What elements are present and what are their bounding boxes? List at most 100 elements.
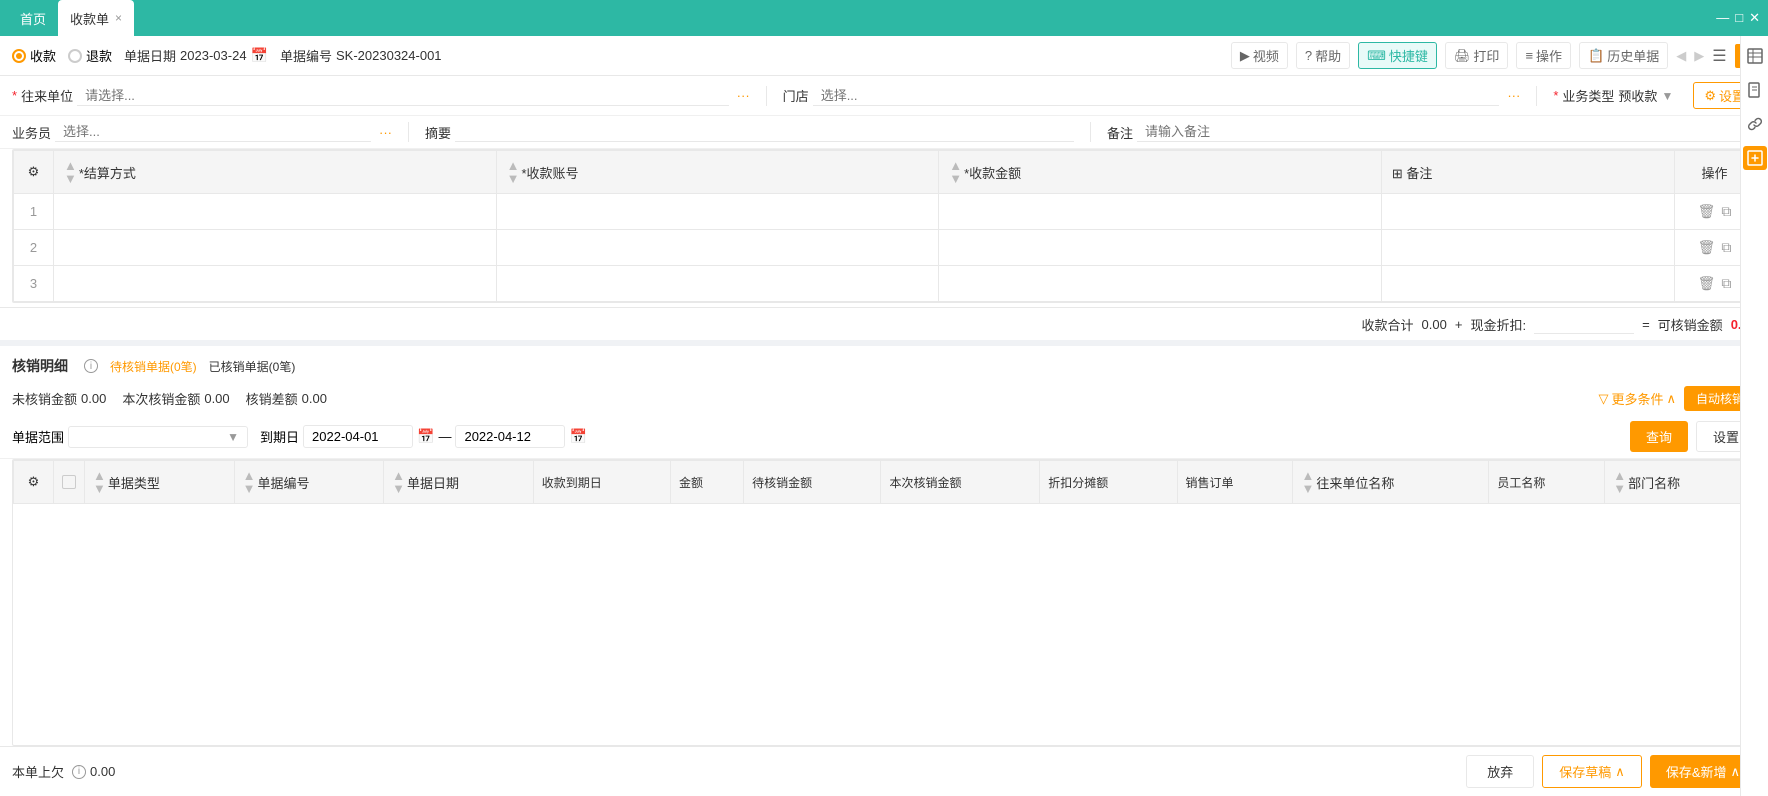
minimize-btn[interactable]: — <box>1716 10 1729 26</box>
staff-input[interactable] <box>59 122 367 141</box>
filter-actions: 查询 设置 <box>1630 421 1756 452</box>
save-draft-chevron[interactable]: ∧ <box>1615 764 1625 780</box>
help-btn[interactable]: ? 帮助 <box>1296 42 1350 69</box>
remark-input-wrapper[interactable] <box>1137 122 1756 142</box>
store-input[interactable] <box>817 86 1496 105</box>
th-settings[interactable]: ⚙ <box>14 151 54 194</box>
save-draft-btn[interactable]: 保存草稿 ∧ <box>1542 755 1642 788</box>
bth-settings[interactable]: ⚙ <box>14 461 54 504</box>
header-checkbox[interactable] <box>62 475 76 489</box>
biz-type-select[interactable]: 预收款 ▼ <box>1618 86 1673 105</box>
video-btn[interactable]: ▶ 视频 <box>1231 42 1288 69</box>
store-input-wrapper[interactable] <box>813 86 1500 106</box>
row3-amount[interactable] <box>939 266 1382 302</box>
row3-copy-icon[interactable]: ⧉ <box>1721 275 1731 292</box>
biz-required-star: * <box>1553 88 1558 103</box>
more-conditions-btn[interactable]: ▽ 更多条件 ∧ <box>1598 389 1676 408</box>
sort-type[interactable]: ▲▼ <box>93 469 106 495</box>
bth-check[interactable] <box>54 461 85 504</box>
save-new-chevron[interactable]: ∧ <box>1730 764 1740 780</box>
row2-remark[interactable] <box>1381 230 1674 266</box>
nav-prev-icon[interactable]: ◀ <box>1676 48 1686 64</box>
sum-label: 收款合计 <box>1362 315 1414 334</box>
bottom-table-header-row: ⚙ ▲▼ 单据类型 ▲▼ 单据编号 <box>14 461 1755 504</box>
date-to-cal-icon[interactable]: 📅 <box>569 428 586 445</box>
row1-remark[interactable] <box>1381 194 1674 230</box>
close-btn[interactable]: ✕ <box>1749 10 1760 26</box>
sort-number[interactable]: ▲▼ <box>243 469 256 495</box>
shortcut-label: 快捷键 <box>1389 46 1428 65</box>
range-select[interactable]: ▼ <box>68 426 248 448</box>
tab-home-label: 首页 <box>20 9 46 28</box>
list-view-icon[interactable]: ☰ <box>1712 46 1726 66</box>
sidebar-book-icon[interactable] <box>1743 78 1767 102</box>
maximize-btn[interactable]: □ <box>1735 10 1743 26</box>
date-range: 📅 — 📅 <box>303 425 587 448</box>
row2-delete-icon[interactable]: 🗑 <box>1698 239 1716 256</box>
history-btn[interactable]: 📋 历史单据 <box>1579 42 1668 69</box>
partner-input[interactable] <box>81 86 725 105</box>
order-info-icon[interactable]: i <box>72 765 86 779</box>
row1-payment[interactable] <box>54 194 497 230</box>
row3-delete-icon[interactable]: 🗑 <box>1698 275 1716 292</box>
staff-input-wrapper[interactable] <box>55 122 371 142</box>
sort-arrows-amount[interactable]: ▲▼ <box>949 159 962 185</box>
row2-copy-icon[interactable]: ⧉ <box>1721 239 1731 256</box>
abandon-btn[interactable]: 放弃 <box>1466 755 1534 788</box>
date-from-input[interactable] <box>303 425 413 448</box>
row3-remark[interactable] <box>1381 266 1674 302</box>
diff-label: 核销差额 <box>246 389 298 408</box>
row3-account[interactable] <box>496 266 939 302</box>
partner-input-wrapper[interactable] <box>77 86 729 106</box>
summary-input-wrapper[interactable] <box>455 122 1074 142</box>
row1-amount[interactable] <box>939 194 1382 230</box>
row1-delete-icon[interactable]: 🗑 <box>1698 203 1716 220</box>
receipt-radio[interactable]: 收款 <box>12 46 56 65</box>
tab-home[interactable]: 首页 <box>8 0 58 36</box>
bottom-settings-icon[interactable]: ⚙ <box>28 474 40 489</box>
tab-receipt[interactable]: 收款单 × <box>58 0 134 36</box>
row2-payment[interactable] <box>54 230 497 266</box>
store-more-btn[interactable]: ··· <box>1507 88 1520 103</box>
row2-amount[interactable] <box>939 230 1382 266</box>
completed-tag[interactable]: 已核销单据(0笔) <box>209 358 296 375</box>
refund-radio[interactable]: 退款 <box>68 46 112 65</box>
nav-next-icon[interactable]: ▶ <box>1694 48 1704 64</box>
sort-dept[interactable]: ▲▼ <box>1613 469 1626 495</box>
row2-account[interactable] <box>496 230 939 266</box>
date-value: 2023-03-24 <box>180 48 247 63</box>
row1-copy-icon[interactable]: ⧉ <box>1721 203 1731 220</box>
query-btn[interactable]: 查询 <box>1630 421 1688 452</box>
print-btn[interactable]: 🖨 打印 <box>1445 42 1509 69</box>
table-settings-icon[interactable]: ⚙ <box>28 164 40 179</box>
print-label: 打印 <box>1473 46 1499 65</box>
sidebar-table-icon[interactable] <box>1743 44 1767 68</box>
uncleared-value: 0.00 <box>81 391 106 406</box>
date-from-cal-icon[interactable]: 📅 <box>417 428 434 445</box>
staff-more-btn[interactable]: ··· <box>379 125 392 140</box>
sort-date[interactable]: ▲▼ <box>392 469 405 495</box>
row-num-3: 3 <box>14 266 54 302</box>
keyboard-icon: ⌨ <box>1367 48 1386 64</box>
sort-arrows-account[interactable]: ▲▼ <box>507 159 520 185</box>
operation-btn[interactable]: ≡ 操作 <box>1516 42 1571 69</box>
bottom-table: ⚙ ▲▼ 单据类型 ▲▼ 单据编号 <box>13 460 1755 504</box>
shortcut-btn[interactable]: ⌨ 快捷键 <box>1358 42 1437 69</box>
date-to-input[interactable] <box>455 425 565 448</box>
pending-tag[interactable]: 待核销单据(0笔) <box>110 358 197 375</box>
date-calendar-icon[interactable]: 📅 <box>251 47 268 64</box>
more-conditions-label: 更多条件 <box>1611 389 1663 408</box>
tab-close-icon[interactable]: × <box>115 11 122 25</box>
partner-more-btn[interactable]: ··· <box>737 88 750 103</box>
offset-info-icon[interactable]: i <box>84 359 98 373</box>
row1-account[interactable] <box>496 194 939 230</box>
sort-partner[interactable]: ▲▼ <box>1301 469 1314 495</box>
remark-input[interactable] <box>1141 122 1752 141</box>
biz-type-chevron: ▼ <box>1661 89 1673 103</box>
discount-input[interactable] <box>1534 314 1634 334</box>
sidebar-link-icon[interactable] <box>1743 112 1767 136</box>
summary-input[interactable] <box>459 122 1070 141</box>
sidebar-expand-icon[interactable] <box>1743 146 1767 170</box>
row3-payment[interactable] <box>54 266 497 302</box>
sort-arrows-payment[interactable]: ▲▼ <box>64 159 77 185</box>
